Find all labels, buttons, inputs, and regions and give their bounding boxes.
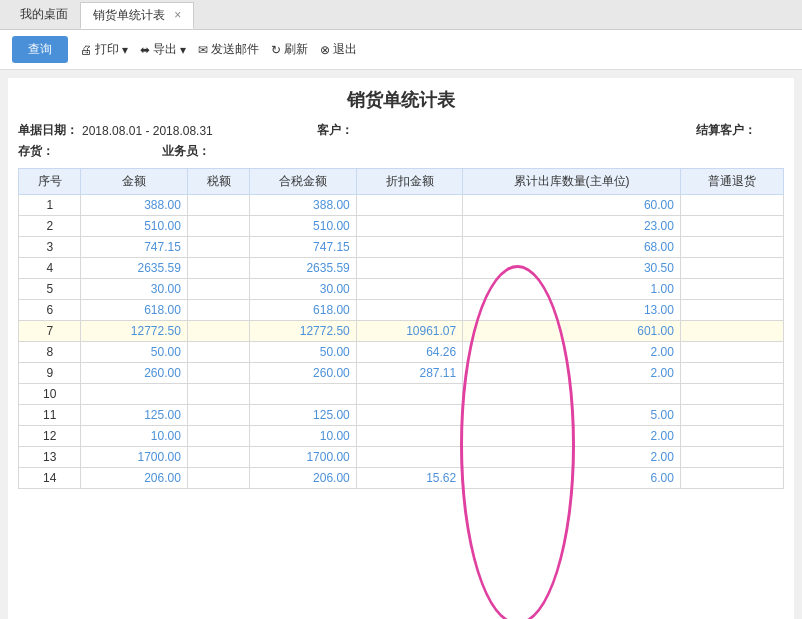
tab-report-label: 销货单统计表 — [93, 8, 165, 22]
export-label: 导出 — [153, 41, 177, 58]
report-title: 销货单统计表 — [18, 88, 784, 112]
table-row: 850.0050.0064.262.00 — [19, 342, 784, 363]
exit-label: 退出 — [333, 41, 357, 58]
exit-icon: ⊗ — [320, 43, 330, 57]
print-icon: 🖨 — [80, 43, 92, 57]
export-button[interactable]: ⬌ 导出 ▾ — [140, 41, 186, 58]
email-label: 发送邮件 — [211, 41, 259, 58]
export-icon: ⬌ — [140, 43, 150, 57]
table-row: 10 — [19, 384, 784, 405]
table-row: 3747.15747.1568.00 — [19, 237, 784, 258]
tab-close-icon[interactable]: × — [174, 8, 181, 22]
settlement-label: 结算客户： — [696, 122, 756, 139]
col-amount: 金额 — [81, 169, 187, 195]
date-label: 单据日期： — [18, 122, 78, 139]
filter-row-1: 单据日期： 2018.08.01 - 2018.08.31 客户： 结算客户： — [18, 122, 784, 139]
col-stock-qty: 累计出库数量(主单位) — [463, 169, 681, 195]
customer-label: 客户： — [317, 122, 353, 139]
table-row: 2510.00510.0023.00 — [19, 216, 784, 237]
table-row: 712772.5012772.5010961.07601.00 — [19, 321, 784, 342]
col-tax: 税额 — [187, 169, 249, 195]
col-return: 普通退货 — [680, 169, 783, 195]
tab-desktop-label: 我的桌面 — [20, 7, 68, 21]
table-row: 131700.001700.002.00 — [19, 447, 784, 468]
table-row: 6618.00618.0013.00 — [19, 300, 784, 321]
table-header-row: 序号 金额 税额 合税金额 折扣金额 累计出库数量(主单位) 普通退货 — [19, 169, 784, 195]
exit-button[interactable]: ⊗ 退出 — [320, 41, 357, 58]
refresh-label: 刷新 — [284, 41, 308, 58]
table-row: 1210.0010.002.00 — [19, 426, 784, 447]
refresh-icon: ↻ — [271, 43, 281, 57]
table-row: 9260.00260.00287.112.00 — [19, 363, 784, 384]
table-row: 1388.00388.0060.00 — [19, 195, 784, 216]
email-button[interactable]: ✉ 发送邮件 — [198, 41, 259, 58]
table-row: 530.0030.001.00 — [19, 279, 784, 300]
email-icon: ✉ — [198, 43, 208, 57]
refresh-button[interactable]: ↻ 刷新 — [271, 41, 308, 58]
date-value: 2018.08.01 - 2018.08.31 — [82, 124, 213, 138]
tab-bar: 我的桌面 销货单统计表 × — [0, 0, 802, 30]
tab-desktop[interactable]: 我的桌面 — [8, 2, 80, 27]
table-row: 11125.00125.005.00 — [19, 405, 784, 426]
inventory-label: 存货： — [18, 143, 54, 160]
print-dropdown-icon: ▾ — [122, 43, 128, 57]
print-button[interactable]: 🖨 打印 ▾ — [80, 41, 128, 58]
col-total: 合税金额 — [250, 169, 356, 195]
table-row: 42635.592635.5930.50 — [19, 258, 784, 279]
filter-row-2: 存货： 业务员： — [18, 143, 784, 160]
export-dropdown-icon: ▾ — [180, 43, 186, 57]
query-button[interactable]: 查询 — [12, 36, 68, 63]
table-row: 14206.00206.0015.626.00 — [19, 468, 784, 489]
tab-report[interactable]: 销货单统计表 × — [80, 2, 194, 29]
toolbar: 查询 🖨 打印 ▾ ⬌ 导出 ▾ ✉ 发送邮件 ↻ 刷新 ⊗ 退出 — [0, 30, 802, 70]
col-seq: 序号 — [19, 169, 81, 195]
salesperson-label: 业务员： — [162, 143, 210, 160]
report-content: 销货单统计表 单据日期： 2018.08.01 - 2018.08.31 客户：… — [8, 78, 794, 619]
col-discount: 折扣金额 — [356, 169, 462, 195]
report-table: 序号 金额 税额 合税金额 折扣金额 累计出库数量(主单位) 普通退货 1388… — [18, 168, 784, 489]
print-label: 打印 — [95, 41, 119, 58]
